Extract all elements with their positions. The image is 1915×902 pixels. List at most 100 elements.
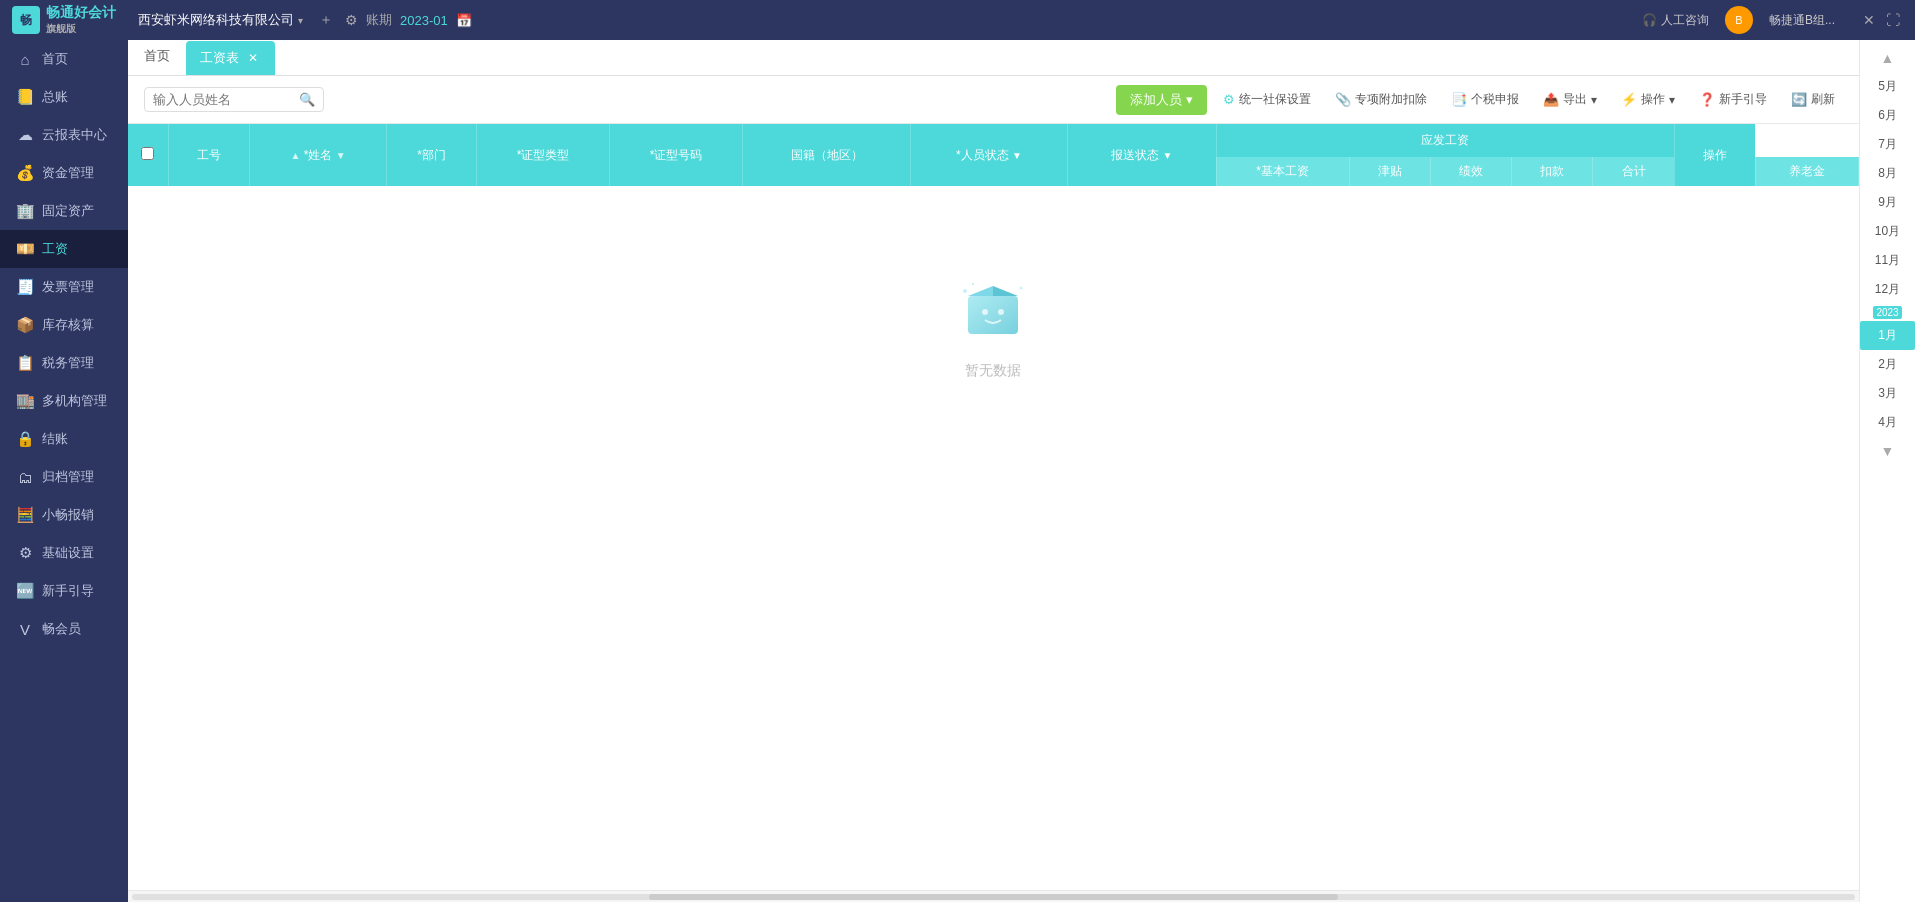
month-6[interactable]: 6月 [1860,101,1915,130]
bottom-scrollbar[interactable] [128,890,1859,902]
sidebar-label-inventory: 库存核算 [42,316,94,334]
new-guide-button[interactable]: ❓ 新手引导 [1691,87,1775,112]
deduction-label: 专项附加扣除 [1355,91,1427,108]
month-4[interactable]: 4月 [1860,408,1915,437]
add-icon[interactable]: ＋ [319,11,333,29]
sidebar-label-archive: 归档管理 [42,468,94,486]
tab-home-label: 首页 [144,48,170,63]
salary-table: 工号 ▲ *姓名 ▼ *部门 *证型类型 *证型号码 国籍（地区） *人员状态 … [128,124,1859,460]
month-12[interactable]: 12月 [1860,275,1915,304]
add-person-label: 添加人员 [1130,91,1182,109]
svg-marker-2 [993,286,1018,296]
sidebar-item-fund[interactable]: 💰 资金管理 [0,154,128,192]
window-controls: ✕ ⛶ [1859,10,1903,30]
export-button[interactable]: 📤 导出 ▾ [1535,87,1605,112]
sidebar-item-cloud[interactable]: ☁ 云报表中心 [0,116,128,154]
empty-state: 暂无数据 [128,186,1859,460]
settings-icon[interactable]: ⚙ [345,12,358,28]
month-8[interactable]: 8月 [1860,159,1915,188]
operate-button[interactable]: ⚡ 操作 ▾ [1613,87,1683,112]
tab-close-icon[interactable]: ✕ [245,50,261,66]
month-2[interactable]: 2月 [1860,350,1915,379]
th-report-status: 报送状态 ▼ [1068,124,1217,186]
sidebar-label-fixed: 固定资产 [42,202,94,220]
add-person-button[interactable]: 添加人员 ▾ [1116,85,1207,115]
company-dropdown-icon: ▾ [298,15,303,26]
salary-icon: 💴 [16,240,34,258]
th-salary-group: 应发工资 [1216,124,1674,157]
tab-salary-table[interactable]: 工资表 ✕ [186,41,275,75]
sidebar-item-ledger[interactable]: 📒 总账 [0,78,128,116]
year-badge: 2023 [1873,306,1901,319]
svg-point-4 [998,309,1004,315]
company-name: 西安虾米网络科技有限公司 [138,11,294,29]
sidebar-item-member[interactable]: V 畅会员 [0,610,128,648]
sidebar-item-home[interactable]: ⌂ 首页 [0,40,128,78]
sidebar-item-tax[interactable]: 📋 税务管理 [0,344,128,382]
tax-declaration-button[interactable]: 📑 个税申报 [1443,87,1527,112]
scrollbar-thumb[interactable] [649,894,1338,900]
sidebar-item-multi[interactable]: 🏬 多机构管理 [0,382,128,420]
panel-scroll-down[interactable]: ▼ [1874,437,1902,465]
multi-icon: 🏬 [16,392,34,410]
search-input[interactable] [153,92,295,107]
table-body: 暂无数据 [128,186,1859,460]
headset-icon: 🎧 [1642,13,1657,27]
tab-bar: 首页 工资表 ✕ [128,40,1859,76]
sidebar-item-expense[interactable]: 🧮 小畅报销 [0,496,128,534]
scrollbar-track [132,894,1855,900]
svg-point-7 [972,283,974,285]
th-person-status: *人员状态 ▼ [911,124,1068,186]
search-wrap: 🔍 [144,87,324,112]
add-person-dropdown-icon: ▾ [1186,92,1193,107]
sidebar-item-fixed[interactable]: 🏢 固定资产 [0,192,128,230]
sidebar-item-inventory[interactable]: 📦 库存核算 [0,306,128,344]
sidebar-item-settings[interactable]: ⚙ 基础设置 [0,534,128,572]
calendar-icon[interactable]: 📅 [456,13,472,28]
period-value[interactable]: 2023-01 [400,13,448,28]
select-all-checkbox[interactable] [141,147,154,160]
svg-rect-0 [968,296,1018,334]
panel-scroll-up[interactable]: ▲ [1874,44,1902,72]
content-area: 首页 工资表 ✕ 🔍 添加人员 ▾ ⚙ 统一社保设置 📎 [128,40,1859,902]
th-base-salary: *基本工资 [1216,157,1349,186]
user-avatar[interactable]: B [1725,6,1753,34]
month-10[interactable]: 10月 [1860,217,1915,246]
sidebar-label-member: 畅会员 [42,620,81,638]
refresh-button[interactable]: 🔄 刷新 [1783,87,1843,112]
month-1[interactable]: 1月 [1860,321,1915,350]
fixed-icon: 🏢 [16,202,34,220]
sidebar-item-salary[interactable]: 💴 工资 [0,230,128,268]
person-status-filter-icon[interactable]: ▼ [1012,150,1022,161]
deduction-button[interactable]: 📎 专项附加扣除 [1327,87,1435,112]
sidebar-label-close: 结账 [42,430,68,448]
social-security-button[interactable]: ⚙ 统一社保设置 [1215,87,1319,112]
maximize-button[interactable]: ⛶ [1883,10,1903,30]
sidebar-item-archive[interactable]: 🗂 归档管理 [0,458,128,496]
company-selector[interactable]: 西安虾米网络科技有限公司 ▾ [138,11,303,29]
month-11[interactable]: 11月 [1860,246,1915,275]
logo-area: 畅 畅通好会计 旗舰版 [12,4,122,36]
svg-marker-1 [968,286,993,296]
sidebar-item-guide[interactable]: 🆕 新手引导 [0,572,128,610]
month-9[interactable]: 9月 [1860,188,1915,217]
th-deduct: 扣款 [1512,157,1593,186]
close-button[interactable]: ✕ [1859,10,1879,30]
sidebar-item-close[interactable]: 🔒 结账 [0,420,128,458]
sidebar-item-invoice[interactable]: 🧾 发票管理 [0,268,128,306]
report-status-filter-icon[interactable]: ▼ [1163,150,1173,161]
th-checkbox[interactable] [128,124,168,186]
th-allowance: 津贴 [1349,157,1430,186]
tax-icon: 📋 [16,354,34,372]
sidebar-label-settings: 基础设置 [42,544,94,562]
fund-icon: 💰 [16,164,34,182]
th-total: 合计 [1593,157,1674,186]
app-subtitle: 旗舰版 [46,22,116,36]
tab-home[interactable]: 首页 [128,40,186,75]
th-name: ▲ *姓名 ▼ [249,124,387,186]
month-3[interactable]: 3月 [1860,379,1915,408]
month-5[interactable]: 5月 [1860,72,1915,101]
tab-salary-label: 工资表 [200,49,239,67]
month-7[interactable]: 7月 [1860,130,1915,159]
support-button[interactable]: 🎧 人工咨询 [1642,12,1709,29]
